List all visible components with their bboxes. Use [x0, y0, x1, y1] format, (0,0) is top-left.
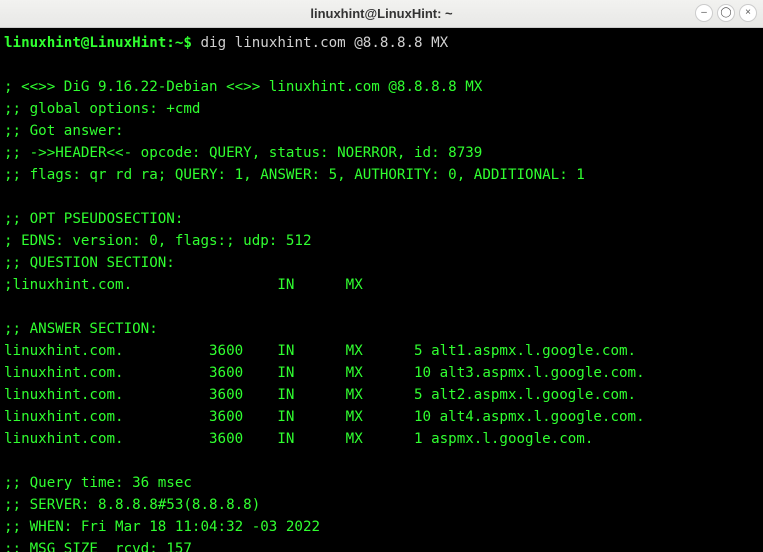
window-title: linuxhint@LinuxHint: ~: [310, 6, 452, 21]
window-maximize-button[interactable]: ◯: [717, 4, 735, 22]
prompt-line: linuxhint@LinuxHint:~$ dig linuxhint.com…: [4, 32, 759, 54]
command-text: dig linuxhint.com @8.8.8.8 MX: [192, 35, 448, 51]
prompt-separator: :: [166, 35, 175, 51]
window-titlebar: linuxhint@LinuxHint: ~ – ◯ ×: [0, 0, 763, 28]
maximize-icon: ◯: [720, 8, 731, 18]
prompt-sigil: $: [183, 35, 192, 51]
terminal-output: ; <<>> DiG 9.16.22-Debian <<>> linuxhint…: [4, 79, 645, 552]
prompt-user-host: linuxhint@LinuxHint: [4, 35, 166, 51]
window-minimize-button[interactable]: –: [695, 4, 713, 22]
close-icon: ×: [745, 8, 751, 18]
window-buttons: – ◯ ×: [695, 4, 757, 22]
window-close-button[interactable]: ×: [739, 4, 757, 22]
terminal[interactable]: linuxhint@LinuxHint:~$ dig linuxhint.com…: [0, 28, 763, 552]
minimize-icon: –: [701, 8, 707, 18]
